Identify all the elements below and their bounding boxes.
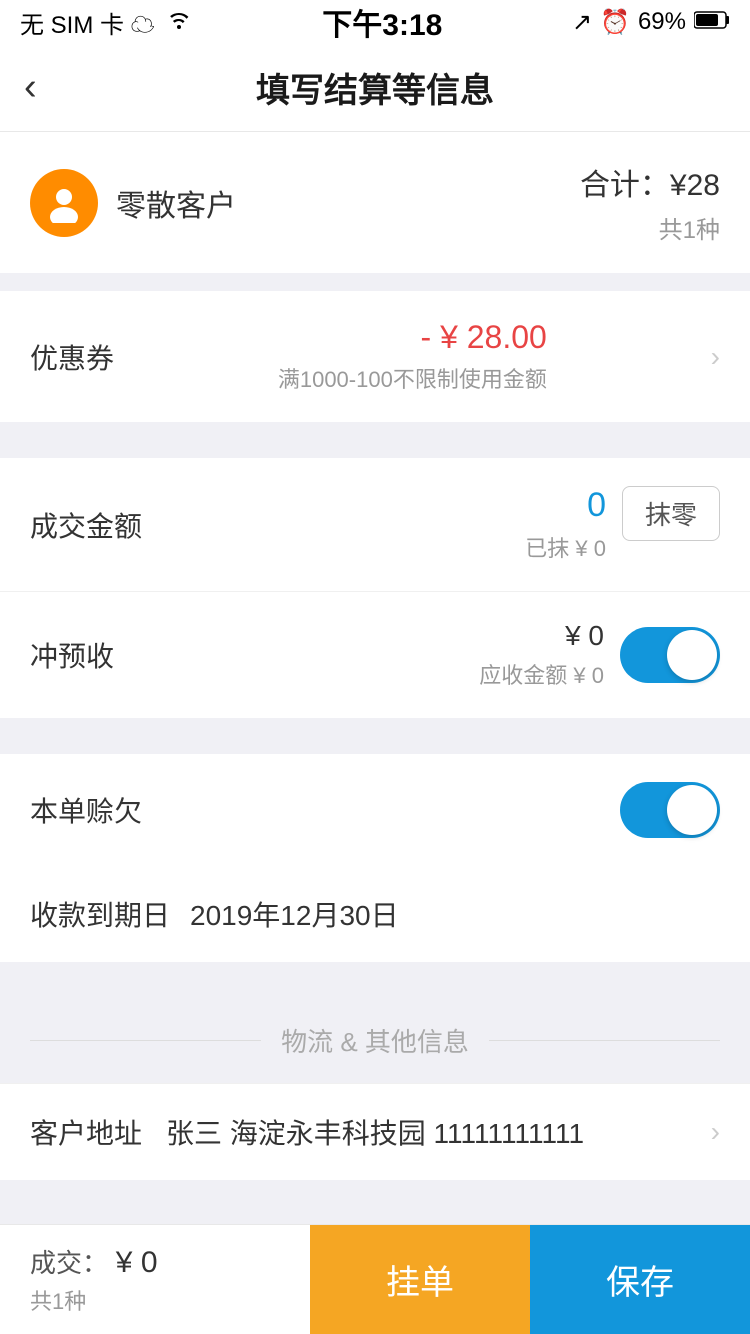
divider-3 [0,980,750,998]
customer-total: 合计：¥28 [580,160,720,204]
address-value: 张三 海淀永丰科技园 11111111111 [166,1112,695,1152]
credit-toggle[interactable] [620,782,720,838]
amount-sub: 已抹 ¥ 0 [525,531,606,563]
coupon-label: 优惠券 [30,337,114,377]
status-time: 下午3:18 [322,0,442,44]
divider-2 [0,736,750,754]
prepay-value-block: ¥ 0 应收金额 ¥ 0 [479,620,604,690]
credit-row: 本单赊欠 [0,754,750,866]
location-icon: ↗ [572,8,592,37]
coupon-chevron: › [711,341,720,373]
prepay-sub: 应收金额 ¥ 0 [479,658,604,690]
label-line-right [489,1040,720,1041]
amount-value: 0 [525,486,606,525]
prepay-right: ¥ 0 应收金额 ¥ 0 [479,620,720,690]
credit-toggle-knob [667,785,717,835]
coupon-right: - ¥ 28.00 满1000-100不限制使用金额 [278,319,547,394]
round-button[interactable]: 抹零 [622,486,720,541]
customer-row: 零散客户 合计：¥28 共1种 [0,132,750,273]
prepay-label: 冲预收 [30,635,114,675]
prepay-row: 冲预收 ¥ 0 应收金额 ¥ 0 [0,591,750,718]
page-title: 填写结算等信息 [256,63,494,112]
bottom-bar: 成交： ¥ 0 共1种 挂单 保存 [0,1224,750,1334]
due-date-label: 收款到期日 [30,894,170,934]
coupon-discount: - ¥ 28.00 [278,319,547,356]
battery-label: 69% [638,8,686,36]
status-bar: 无 SIM 卡 ☁ 下午3:18 ↗ ⏰ 69% [0,0,750,44]
address-section: 客户地址 张三 海淀永丰科技园 11111111111 › [0,1083,750,1180]
due-date-row: 收款到期日 2019年12月30日 [0,866,750,962]
back-button[interactable]: ‹ [24,66,37,109]
customer-right: 合计：¥28 共1种 [580,160,720,245]
label-line-left [30,1040,261,1041]
no-sim-label: 无 SIM 卡 ☁ [20,5,155,40]
customer-left: 零散客户 [30,169,236,237]
bottom-info: 成交： ¥ 0 共1种 [0,1243,310,1316]
address-label: 客户地址 [30,1112,150,1152]
customer-name: 零散客户 [116,181,236,225]
credit-section: 本单赊欠 收款到期日 2019年12月30日 [0,754,750,962]
hang-button[interactable]: 挂单 [310,1225,530,1334]
prepay-toggle[interactable] [620,627,720,683]
transaction-section: 成交金额 0 已抹 ¥ 0 抹零 冲预收 ¥ 0 应收金额 ¥ 0 [0,458,750,718]
save-button[interactable]: 保存 [530,1225,750,1334]
trade-count: 共1种 [30,1284,280,1316]
amount-row: 成交金额 0 已抹 ¥ 0 抹零 [0,458,750,591]
trade-value: ¥ 0 [116,1246,158,1279]
toggle-knob [667,630,717,680]
customer-count: 共1种 [580,210,720,245]
amount-right: 0 已抹 ¥ 0 抹零 [525,486,720,563]
nav-bar: ‹ 填写结算等信息 [0,44,750,132]
wifi-icon [165,8,193,36]
prepay-value: ¥ 0 [479,620,604,652]
amount-value-block: 0 已抹 ¥ 0 [525,486,606,563]
trade-label: 成交： [30,1248,108,1278]
coupon-section: 优惠券 - ¥ 28.00 满1000-100不限制使用金额 › [0,291,750,422]
divider-1 [0,440,750,458]
amount-label: 成交金额 [30,505,142,545]
bottom-trade-line: 成交： ¥ 0 [30,1243,280,1280]
status-right: ↗ ⏰ 69% [572,8,730,37]
status-left: 无 SIM 卡 ☁ [20,5,193,40]
logistics-label: 物流 & 其他信息 [281,1022,469,1059]
due-date-value: 2019年12月30日 [190,894,399,934]
customer-section: 零散客户 合计：¥28 共1种 [0,132,750,273]
battery-icon [694,8,730,36]
customer-avatar [30,169,98,237]
address-chevron: › [711,1116,720,1148]
alarm-icon: ⏰ [600,8,630,37]
coupon-row[interactable]: 优惠券 - ¥ 28.00 满1000-100不限制使用金额 › [0,291,750,422]
coupon-desc: 满1000-100不限制使用金额 [278,362,547,394]
address-row[interactable]: 客户地址 张三 海淀永丰科技园 11111111111 › [0,1083,750,1180]
credit-label: 本单赊欠 [30,790,142,830]
logistics-label-row: 物流 & 其他信息 [0,998,750,1083]
